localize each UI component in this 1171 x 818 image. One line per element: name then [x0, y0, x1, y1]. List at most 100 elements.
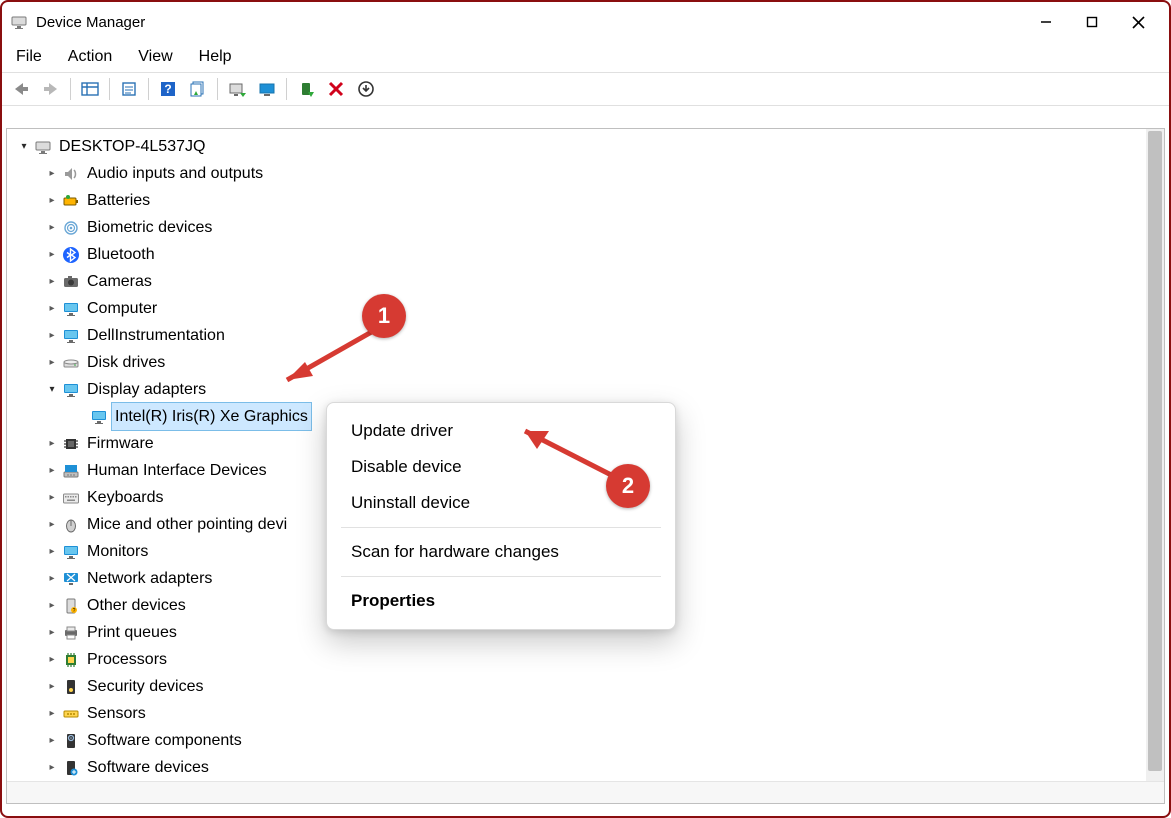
tree-node[interactable]: ▸Computer	[9, 295, 1164, 322]
toolbar-update-driver-button[interactable]	[253, 76, 281, 102]
disk-icon	[61, 353, 81, 373]
battery-icon	[61, 191, 81, 211]
sensor-icon	[61, 704, 81, 724]
chevron-right-icon[interactable]: ▸	[43, 322, 61, 349]
tree-child-label: Intel(R) Iris(R) Xe Graphics	[111, 402, 312, 431]
tree-node-label: Software devices	[87, 754, 209, 781]
network-icon	[61, 569, 81, 589]
monitor-icon	[61, 380, 81, 400]
tree-node-label: Print queues	[87, 619, 177, 646]
chevron-right-icon[interactable]: ▸	[43, 700, 61, 727]
monitor-icon	[61, 326, 81, 346]
chevron-down-icon[interactable]: ▾	[43, 376, 61, 403]
hid-icon	[61, 461, 81, 481]
chevron-right-icon[interactable]: ▸	[43, 538, 61, 565]
tree-node-label: Monitors	[87, 538, 148, 565]
chevron-right-icon[interactable]: ▸	[43, 484, 61, 511]
vertical-scrollbar[interactable]	[1146, 129, 1164, 781]
toolbar-disable-device-button[interactable]	[322, 76, 350, 102]
toolbar-sheets-button[interactable]	[184, 76, 212, 102]
cpu-icon	[61, 650, 81, 670]
tree-node-label: Sensors	[87, 700, 146, 727]
chevron-right-icon[interactable]: ▸	[43, 592, 61, 619]
toolbar-forward-button[interactable]	[37, 76, 65, 102]
monitor-icon	[61, 299, 81, 319]
tree-node[interactable]: ▾Display adapters	[9, 376, 1164, 403]
toolbar-properties-button[interactable]	[115, 76, 143, 102]
tree-node[interactable]: ▸Cameras	[9, 268, 1164, 295]
camera-icon	[61, 272, 81, 292]
tree-node[interactable]: ▸ Bluetooth	[9, 241, 1164, 268]
maximize-button[interactable]	[1069, 2, 1115, 42]
tree-node[interactable]: ▸ DellInstrumentation	[9, 322, 1164, 349]
context-menu-item[interactable]: Scan for hardware changes	[327, 534, 675, 570]
toolbar-separator	[217, 78, 218, 100]
chevron-right-icon[interactable]: ▸	[43, 511, 61, 538]
tree-node-label: Biometric devices	[87, 214, 212, 241]
menu-help[interactable]: Help	[199, 48, 232, 66]
chevron-right-icon[interactable]: ▸	[43, 268, 61, 295]
chevron-right-icon[interactable]: ▸	[43, 565, 61, 592]
chevron-right-icon[interactable]: ▸	[43, 295, 61, 322]
chevron-right-icon[interactable]: ▸	[43, 619, 61, 646]
tree-node[interactable]: ▸ Biometric devices	[9, 214, 1164, 241]
tree-root[interactable]: ▾DESKTOP-4L537JQ	[9, 133, 1164, 160]
chevron-right-icon[interactable]: ▸	[43, 241, 61, 268]
tree-node[interactable]: ▸Disk drives	[9, 349, 1164, 376]
chevron-right-icon[interactable]: ▸	[43, 673, 61, 700]
window-title: Device Manager	[36, 14, 145, 31]
context-menu-item[interactable]: Properties	[327, 583, 675, 619]
context-menu-separator	[341, 527, 661, 528]
annotation-badge-1: 1	[362, 294, 406, 338]
chevron-right-icon[interactable]: ▸	[43, 160, 61, 187]
scrollbar-thumb[interactable]	[1148, 131, 1162, 771]
chevron-right-icon[interactable]: ▸	[43, 646, 61, 673]
chevron-right-icon[interactable]: ▸	[43, 727, 61, 754]
tree-node[interactable]: ▸Batteries	[9, 187, 1164, 214]
tree-node-label: Processors	[87, 646, 167, 673]
chevron-right-icon[interactable]: ▸	[43, 214, 61, 241]
tree-node[interactable]: ▸Security devices	[9, 673, 1164, 700]
toolbar-enable-device-button[interactable]	[292, 76, 320, 102]
context-menu-separator	[341, 576, 661, 577]
chevron-right-icon[interactable]: ▸	[43, 754, 61, 781]
tree-node-label: Network adapters	[87, 565, 212, 592]
toolbar-separator	[70, 78, 71, 100]
swcomp-icon	[61, 731, 81, 751]
tree-node[interactable]: ▸ Processors	[9, 646, 1164, 673]
toolbar-uninstall-device-button[interactable]	[352, 76, 380, 102]
chevron-down-icon[interactable]: ▾	[15, 133, 33, 160]
audio-icon	[61, 164, 81, 184]
minimize-button[interactable]	[1023, 2, 1069, 42]
titlebar[interactable]: Device Manager	[2, 2, 1169, 42]
swdev-icon	[61, 758, 81, 778]
menubar: File Action View Help	[2, 42, 1169, 72]
tree-node-label: DellInstrumentation	[87, 322, 225, 349]
toolbar-show-hide-console-button[interactable]	[76, 76, 104, 102]
close-button[interactable]	[1115, 2, 1161, 42]
menu-action[interactable]: Action	[68, 48, 112, 66]
toolbar-back-button[interactable]	[7, 76, 35, 102]
app-icon	[10, 13, 28, 31]
device-manager-window: Device Manager File Action View Help ? ▾…	[0, 0, 1171, 818]
tree-node[interactable]: ▸Audio inputs and outputs	[9, 160, 1164, 187]
fingerprint-icon	[61, 218, 81, 238]
tree-node[interactable]: ▸ Software devices	[9, 754, 1164, 781]
tree-node-label: Firmware	[87, 430, 154, 457]
menu-file[interactable]: File	[16, 48, 42, 66]
toolbar-help-button[interactable]: ?	[154, 76, 182, 102]
tree-node-label: Bluetooth	[87, 241, 155, 268]
tree-node[interactable]: ▸Software components	[9, 727, 1164, 754]
chevron-right-icon[interactable]: ▸	[43, 187, 61, 214]
tree-node-label: Mice and other pointing devi	[87, 511, 287, 538]
horizontal-scrollbar[interactable]	[7, 781, 1164, 803]
toolbar: ?	[2, 72, 1169, 106]
chevron-right-icon[interactable]: ▸	[43, 457, 61, 484]
svg-text:?: ?	[164, 82, 171, 96]
chevron-right-icon[interactable]: ▸	[43, 430, 61, 457]
chevron-right-icon[interactable]: ▸	[43, 349, 61, 376]
tree-node[interactable]: ▸ Sensors	[9, 700, 1164, 727]
toolbar-scan-hardware-button[interactable]	[223, 76, 251, 102]
menu-view[interactable]: View	[138, 48, 172, 66]
context-menu-item[interactable]: Update driver	[327, 413, 675, 449]
